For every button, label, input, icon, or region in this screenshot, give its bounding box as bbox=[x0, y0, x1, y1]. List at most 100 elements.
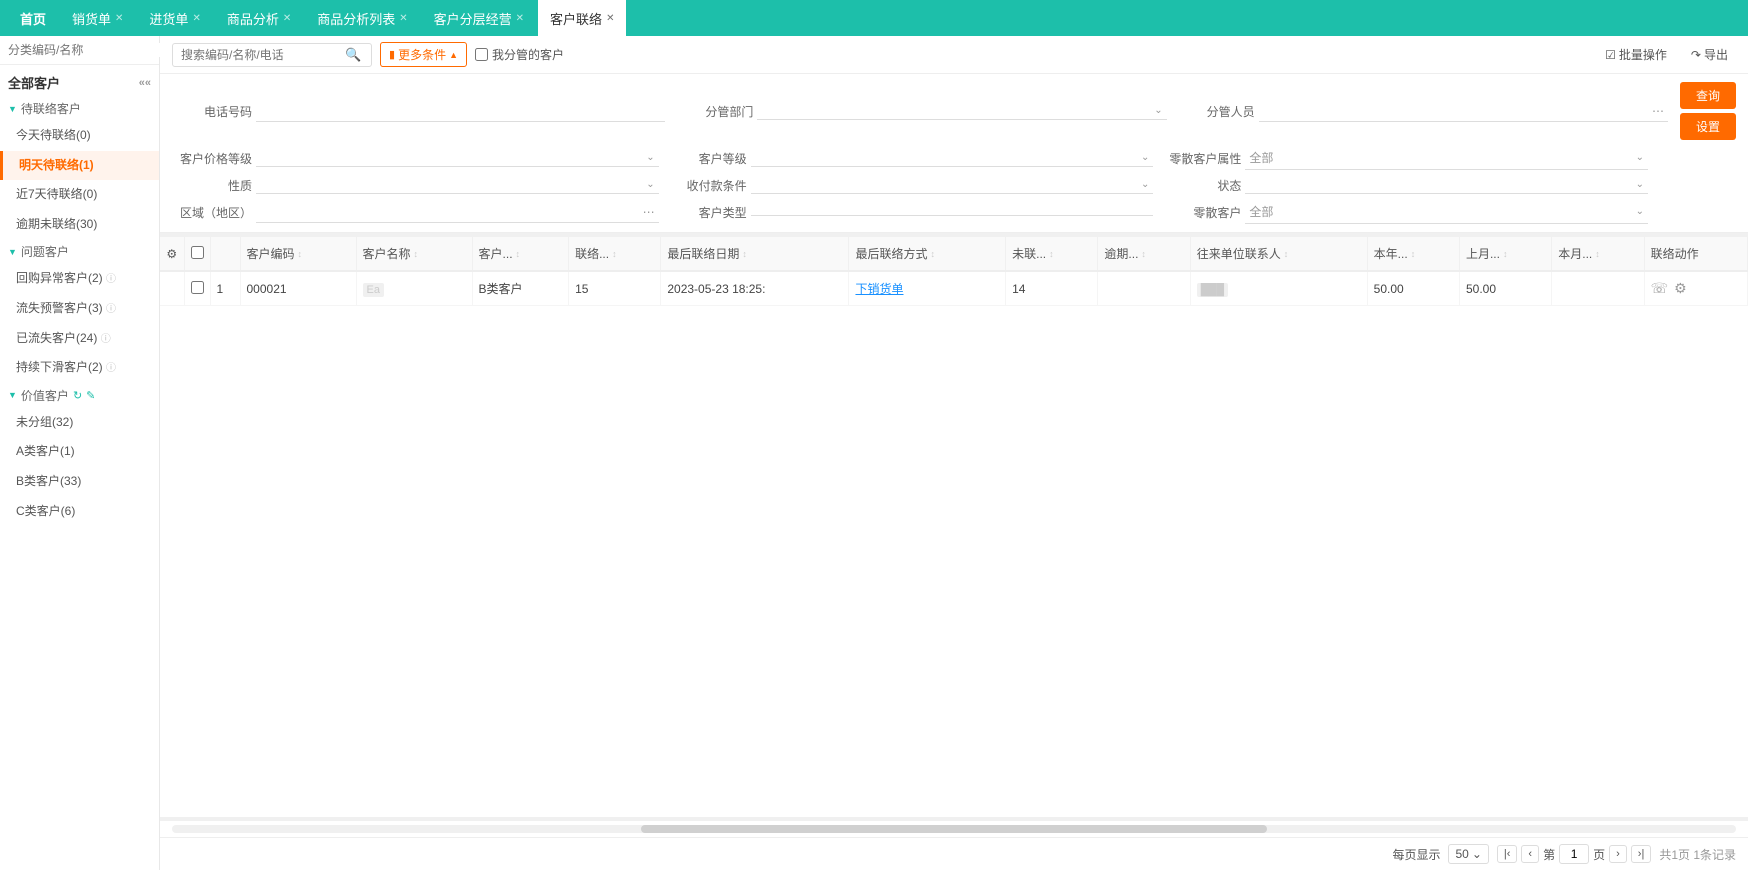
dept-select[interactable]: ⌄ bbox=[757, 102, 1166, 120]
more-action-icon[interactable]: ⚙ bbox=[1674, 280, 1687, 297]
query-button[interactable]: 查询 bbox=[1680, 82, 1736, 109]
sidebar-item-week-contact[interactable]: 近7天待联络(0) bbox=[0, 180, 159, 210]
settings-button[interactable]: 设置 bbox=[1680, 113, 1736, 140]
sidebar-item-declining[interactable]: 持续下滑客户(2) ⓘ bbox=[0, 353, 159, 383]
sidebar-item-class-a[interactable]: A类客户(1) bbox=[0, 437, 159, 467]
th-action: 联络动作 bbox=[1644, 237, 1747, 271]
sidebar-item-already-lost[interactable]: 已流失客户(24) ⓘ bbox=[0, 324, 159, 354]
sidebar-item-class-b[interactable]: B类客户(33) bbox=[0, 467, 159, 497]
nav-customer-contact[interactable]: 客户联络 ✕ bbox=[538, 0, 626, 36]
th-code[interactable]: 客户编码 ↕ bbox=[240, 237, 356, 271]
gender-select[interactable]: ⌄ bbox=[256, 176, 659, 194]
th-check[interactable] bbox=[184, 237, 210, 271]
gear-icon[interactable]: ⚙ bbox=[166, 247, 177, 261]
phone-action-icon[interactable]: ☏ bbox=[1651, 280, 1669, 297]
sidebar-item-tomorrow-contact[interactable]: 明天待联络(1) bbox=[0, 151, 159, 181]
more-conditions-button[interactable]: ▮ 更多条件 ▲ bbox=[380, 42, 467, 67]
sidebar-item-overdue-contact[interactable]: 逾期未联络(30) bbox=[0, 210, 159, 240]
nav-sales[interactable]: 销货单 ✕ bbox=[60, 0, 135, 36]
customer-type-select[interactable] bbox=[751, 209, 1154, 216]
gender-label: 性质 bbox=[172, 177, 252, 194]
th-overdue[interactable]: 逾期... ↕ bbox=[1098, 237, 1190, 271]
td-contacts: 15 bbox=[569, 271, 661, 306]
status-label: 状态 bbox=[1161, 177, 1241, 194]
scrollbar-thumb[interactable] bbox=[641, 825, 1267, 833]
next-page-button[interactable]: › bbox=[1609, 845, 1627, 863]
th-type[interactable]: 客户... ↕ bbox=[472, 237, 569, 271]
first-page-button[interactable]: |‹ bbox=[1497, 845, 1518, 863]
sidebar-item-lost-risk[interactable]: 流失预警客户(3) ⓘ bbox=[0, 294, 159, 324]
nav-goods-analysis-list[interactable]: 商品分析列表 ✕ bbox=[305, 0, 419, 36]
sort-type-icon: ↕ bbox=[516, 249, 521, 259]
region-dots-icon[interactable]: ⋯ bbox=[643, 205, 655, 219]
nav-purchase[interactable]: 进货单 ✕ bbox=[137, 0, 212, 36]
help-icon-already-lost: ⓘ bbox=[101, 334, 111, 345]
th-unit-contact[interactable]: 往来单位联系人 ↕ bbox=[1190, 237, 1367, 271]
refresh-icon[interactable]: ↻ bbox=[73, 389, 82, 402]
close-customer-contact-tab[interactable]: ✕ bbox=[606, 13, 614, 24]
th-last-month[interactable]: 上月... ↕ bbox=[1459, 237, 1551, 271]
my-customers-checkbox[interactable] bbox=[475, 48, 488, 61]
td-check[interactable] bbox=[184, 271, 210, 306]
phone-input[interactable] bbox=[256, 101, 665, 122]
export-button[interactable]: ↷ 导出 bbox=[1683, 43, 1736, 66]
th-gear[interactable]: ⚙ bbox=[160, 237, 184, 271]
checkbox-icon: ☑ bbox=[1605, 48, 1616, 62]
page-size-selector[interactable]: 50 ⌄ bbox=[1448, 844, 1488, 864]
payment-select[interactable]: ⌄ bbox=[751, 176, 1154, 194]
top-navigation: 首页 销货单 ✕ 进货单 ✕ 商品分析 ✕ 商品分析列表 ✕ 客户分层经营 ✕ … bbox=[0, 0, 1748, 36]
filter-search-icon[interactable]: 🔍 bbox=[345, 47, 361, 63]
select-all-checkbox[interactable] bbox=[191, 246, 204, 259]
sidebar-item-class-c[interactable]: C类客户(6) bbox=[0, 497, 159, 527]
person-select[interactable]: ⋯ bbox=[1259, 101, 1668, 122]
customer-level-select[interactable]: ⌄ bbox=[751, 149, 1154, 167]
sidebar-item-repeated-abnormal[interactable]: 回购异常客户(2) ⓘ bbox=[0, 264, 159, 294]
close-sales-tab[interactable]: ✕ bbox=[115, 13, 123, 24]
th-num bbox=[210, 237, 240, 271]
nav-home[interactable]: 首页 bbox=[8, 0, 58, 36]
content-area: 🔍 ▮ 更多条件 ▲ 我分管的客户 ☑ 批量操作 ↷ 导出 bbox=[160, 36, 1748, 870]
td-year-amount: 50.00 bbox=[1367, 271, 1459, 306]
td-action: ☏ ⚙ bbox=[1644, 271, 1747, 306]
batch-ops-button[interactable]: ☑ 批量操作 bbox=[1597, 43, 1675, 66]
close-goods-analysis-tab[interactable]: ✕ bbox=[283, 13, 291, 24]
nav-customer-segment[interactable]: 客户分层经营 ✕ bbox=[422, 0, 536, 36]
problem-customers-section: 问题客户 bbox=[0, 239, 159, 264]
th-last-contact-date[interactable]: 最后联络日期 ↕ bbox=[661, 237, 849, 271]
last-contact-method-link[interactable]: 下销货单 bbox=[855, 282, 903, 296]
all-customers-label: 全部客户 bbox=[8, 73, 60, 92]
page-number-input[interactable] bbox=[1559, 844, 1589, 864]
retail-customer-select[interactable]: 全部 ⌄ bbox=[1245, 200, 1648, 224]
status-select[interactable]: ⌄ bbox=[1245, 176, 1648, 194]
close-goods-analysis-list-tab[interactable]: ✕ bbox=[399, 13, 407, 24]
th-name[interactable]: 客户名称 ↕ bbox=[356, 237, 472, 271]
th-no-contact[interactable]: 未联... ↕ bbox=[1006, 237, 1098, 271]
person-dots-icon[interactable]: ⋯ bbox=[1652, 104, 1664, 118]
last-page-button[interactable]: ›| bbox=[1631, 845, 1652, 863]
th-last-contact-method[interactable]: 最后联络方式 ↕ bbox=[849, 237, 1006, 271]
row-checkbox[interactable] bbox=[191, 281, 204, 294]
gender-filter-cell: 性质 ⌄ bbox=[172, 176, 659, 194]
th-contacts[interactable]: 联络... ↕ bbox=[569, 237, 661, 271]
edit-icon[interactable]: ✎ bbox=[86, 389, 95, 402]
th-year-amount[interactable]: 本年... ↕ bbox=[1367, 237, 1459, 271]
price-level-select[interactable]: ⌄ bbox=[256, 149, 659, 167]
region-select[interactable]: ⋯ bbox=[256, 202, 659, 223]
filter-row-1: 电话号码 分管部门 ⌄ 分管人员 ⋯ bbox=[172, 82, 1736, 140]
close-customer-segment-tab[interactable]: ✕ bbox=[516, 13, 524, 24]
sidebar-item-ungrouped[interactable]: 未分组(32) bbox=[0, 408, 159, 438]
collapse-sidebar-icon[interactable]: «« bbox=[139, 77, 151, 89]
sidebar-item-today-contact[interactable]: 今天待联络(0) bbox=[0, 121, 159, 151]
th-this-month[interactable]: 本月... ↕ bbox=[1552, 237, 1644, 271]
prev-page-button[interactable]: ‹ bbox=[1521, 845, 1539, 863]
sidebar-search-input[interactable] bbox=[8, 43, 163, 57]
status-filter-cell: 状态 ⌄ bbox=[1161, 176, 1648, 194]
person-filter-cell: 分管人员 ⋯ bbox=[1175, 101, 1668, 122]
my-customers-checkbox-area[interactable]: 我分管的客户 bbox=[475, 46, 564, 63]
customer-level-chevron-icon: ⌄ bbox=[1141, 152, 1149, 163]
close-purchase-tab[interactable]: ✕ bbox=[192, 13, 200, 24]
nav-goods-analysis[interactable]: 商品分析 ✕ bbox=[215, 0, 303, 36]
filter-search-input[interactable] bbox=[181, 48, 341, 62]
horizontal-scrollbar[interactable] bbox=[172, 825, 1736, 833]
retail-attr-select[interactable]: 全部 ⌄ bbox=[1245, 146, 1648, 170]
